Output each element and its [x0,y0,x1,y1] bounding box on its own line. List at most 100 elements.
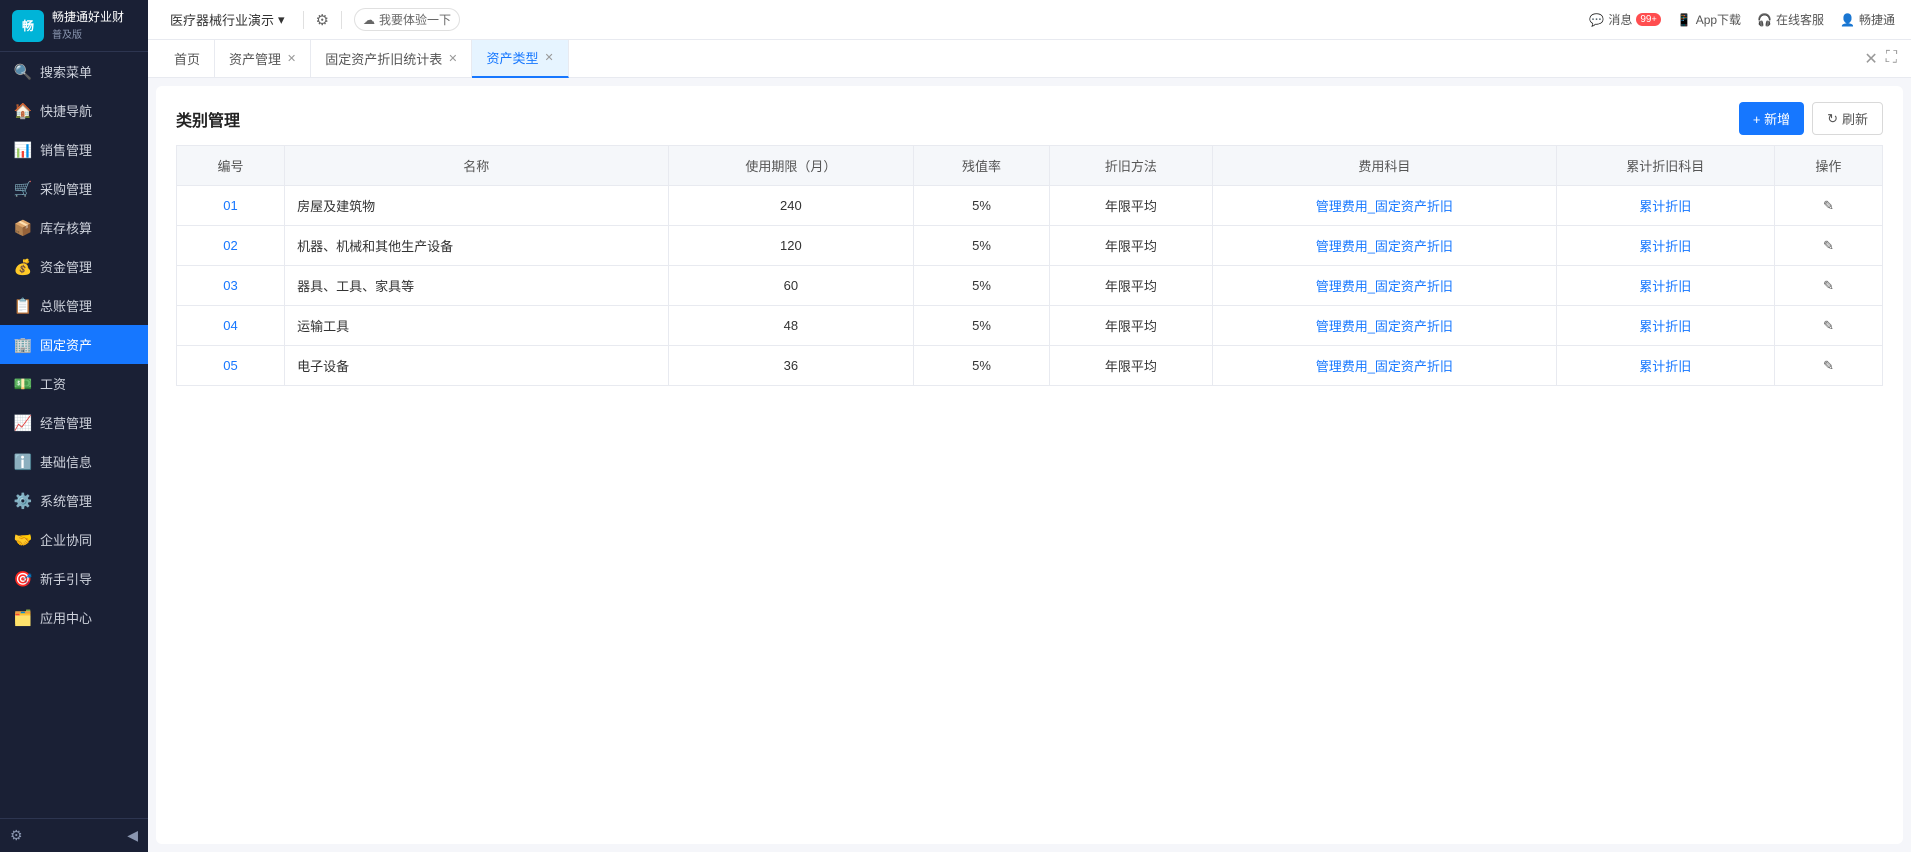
cell-expense[interactable]: 管理费用_固定资产折旧 [1213,186,1557,226]
download-icon: 📱 [1677,13,1692,27]
tab-asset-mgmt[interactable]: 资产管理 ✕ [215,40,311,78]
settings-icon[interactable]: ⚙ [10,827,23,844]
company-selector[interactable]: 医疗器械行业演示 ▾ [164,8,291,31]
topbar-divider [303,11,304,29]
edit-icon[interactable]: ✎ [1823,278,1834,293]
cell-action[interactable]: ✎ [1774,226,1882,266]
online-service-button[interactable]: 🎧 在线客服 [1757,11,1824,28]
tab-fixed-depreciation[interactable]: 固定资产折旧统计表✕ [311,40,472,78]
collapse-icon[interactable]: ◀ [127,827,138,844]
cell-expense[interactable]: 管理费用_固定资产折旧 [1213,266,1557,306]
settings-icon[interactable]: ⚙ [316,11,329,29]
tab-label-asset-type: 资产类型 [486,48,538,67]
sidebar-item-salary[interactable]: 💵 工资 [0,364,148,403]
cell-action[interactable]: ✎ [1774,266,1882,306]
cell-method: 年限平均 [1049,266,1212,306]
user-area[interactable]: 👤 畅捷通 [1840,11,1895,28]
sidebar-item-system[interactable]: ⚙️ 系统管理 [0,481,148,520]
nav-label-capital: 资金管理 [40,257,92,276]
cell-name: 房屋及建筑物 [285,186,668,226]
sidebar-item-fixed-assets[interactable]: 🏢 固定资产 [0,325,148,364]
tab-home[interactable]: 首页 [160,40,215,78]
tab-asset-type[interactable]: 资产类型 ✕ [472,40,568,78]
nav-icon-quick-nav: 🏠 [14,102,32,120]
edit-icon[interactable]: ✎ [1823,198,1834,213]
sidebar-item-app-center[interactable]: 🗂️ 应用中心 [0,598,148,637]
sidebar: 畅 畅捷通好业财 普及版 🔍 搜索菜单 🏠 快捷导航 📊 销售管理 🛒 采购管理… [0,0,148,852]
expand-icon[interactable]: ⛶ [1884,47,1899,71]
nav-label-purchase: 采购管理 [40,179,92,198]
cell-code[interactable]: 03 [177,266,285,306]
col-header: 使用期限（月） [668,146,914,186]
refresh-button[interactable]: ↻ 刷新 [1812,102,1883,135]
topbar-right: 💬 消息 99+ 📱 App下载 🎧 在线客服 👤 畅捷通 [1589,11,1895,28]
table-header: 编号名称使用期限（月）残值率折旧方法费用科目累计折旧科目操作 [177,146,1883,186]
sidebar-item-sales[interactable]: 📊 销售管理 [0,130,148,169]
logo-text: 畅捷通好业财 [52,10,124,26]
nav-icon-capital: 💰 [14,258,32,276]
app-download-button[interactable]: 📱 App下载 [1677,11,1741,28]
cell-action[interactable]: ✎ [1774,186,1882,226]
cell-expense[interactable]: 管理费用_固定资产折旧 [1213,306,1557,346]
page-title: 类别管理 [176,107,240,131]
nav-label-system: 系统管理 [40,491,92,510]
nav-icon-inventory: 📦 [14,219,32,237]
nav-label-quick-nav: 快捷导航 [40,101,92,120]
sidebar-item-search[interactable]: 🔍 搜索菜单 [0,52,148,91]
cell-period: 36 [668,346,914,386]
cell-accum[interactable]: 累计折旧 [1556,306,1774,346]
messages-button[interactable]: 💬 消息 99+ [1589,11,1660,28]
tab-close-asset-mgmt[interactable]: ✕ [287,52,296,65]
nav-icon-sales: 📊 [14,141,32,159]
cell-expense[interactable]: 管理费用_固定资产折旧 [1213,226,1557,266]
cell-code[interactable]: 05 [177,346,285,386]
new-button[interactable]: + 新增 [1739,102,1804,135]
tab-close-asset-type[interactable]: ✕ [545,51,554,64]
cell-action[interactable]: ✎ [1774,346,1882,386]
app-download-label: App下载 [1696,11,1741,28]
cell-salvage: 5% [914,266,1050,306]
cell-action[interactable]: ✎ [1774,306,1882,346]
cell-name: 器具、工具、家具等 [285,266,668,306]
user-icon: 👤 [1840,13,1855,27]
sidebar-item-inventory[interactable]: 📦 库存核算 [0,208,148,247]
sidebar-item-operations[interactable]: 📈 经营管理 [0,403,148,442]
cell-accum[interactable]: 累计折旧 [1556,346,1774,386]
sidebar-item-capital[interactable]: 💰 资金管理 [0,247,148,286]
sidebar-item-basic-info[interactable]: ℹ️ 基础信息 [0,442,148,481]
tab-close-fixed-depreciation[interactable]: ✕ [448,52,457,65]
cell-salvage: 5% [914,226,1050,266]
company-name: 医疗器械行业演示 [170,10,274,29]
cell-code[interactable]: 02 [177,226,285,266]
sidebar-item-quick-nav[interactable]: 🏠 快捷导航 [0,91,148,130]
experience-icon: ☁ [363,13,375,27]
cell-name: 运输工具 [285,306,668,346]
edit-icon[interactable]: ✎ [1823,318,1834,333]
nav-icon-app-center: 🗂️ [14,609,32,627]
table-row: 02 机器、机械和其他生产设备 120 5% 年限平均 管理费用_固定资产折旧 … [177,226,1883,266]
messages-label: 消息 [1608,11,1632,28]
experience-button[interactable]: ☁ 我要体验一下 [354,8,460,31]
cell-salvage: 5% [914,346,1050,386]
nav-label-sales: 销售管理 [40,140,92,159]
sidebar-item-purchase[interactable]: 🛒 采购管理 [0,169,148,208]
tab-label-asset-mgmt: 资产管理 [229,49,281,68]
sidebar-item-ledger[interactable]: 📋 总账管理 [0,286,148,325]
col-header: 编号 [177,146,285,186]
nav-icon-system: ⚙️ [14,492,32,510]
logo-area: 畅 畅捷通好业财 普及版 [0,0,148,52]
edit-icon[interactable]: ✎ [1823,238,1834,253]
close-tab-icon[interactable]: ✕ [1862,47,1879,71]
cell-accum[interactable]: 累计折旧 [1556,186,1774,226]
header-actions: + 新增 ↻ 刷新 [1739,102,1883,135]
cell-period: 240 [668,186,914,226]
cell-expense[interactable]: 管理费用_固定资产折旧 [1213,346,1557,386]
cell-accum[interactable]: 累计折旧 [1556,226,1774,266]
cell-code[interactable]: 01 [177,186,285,226]
topbar-divider2 [341,11,342,29]
edit-icon[interactable]: ✎ [1823,358,1834,373]
cell-code[interactable]: 04 [177,306,285,346]
cell-accum[interactable]: 累计折旧 [1556,266,1774,306]
sidebar-item-guide[interactable]: 🎯 新手引导 [0,559,148,598]
sidebar-item-enterprise[interactable]: 🤝 企业协同 [0,520,148,559]
